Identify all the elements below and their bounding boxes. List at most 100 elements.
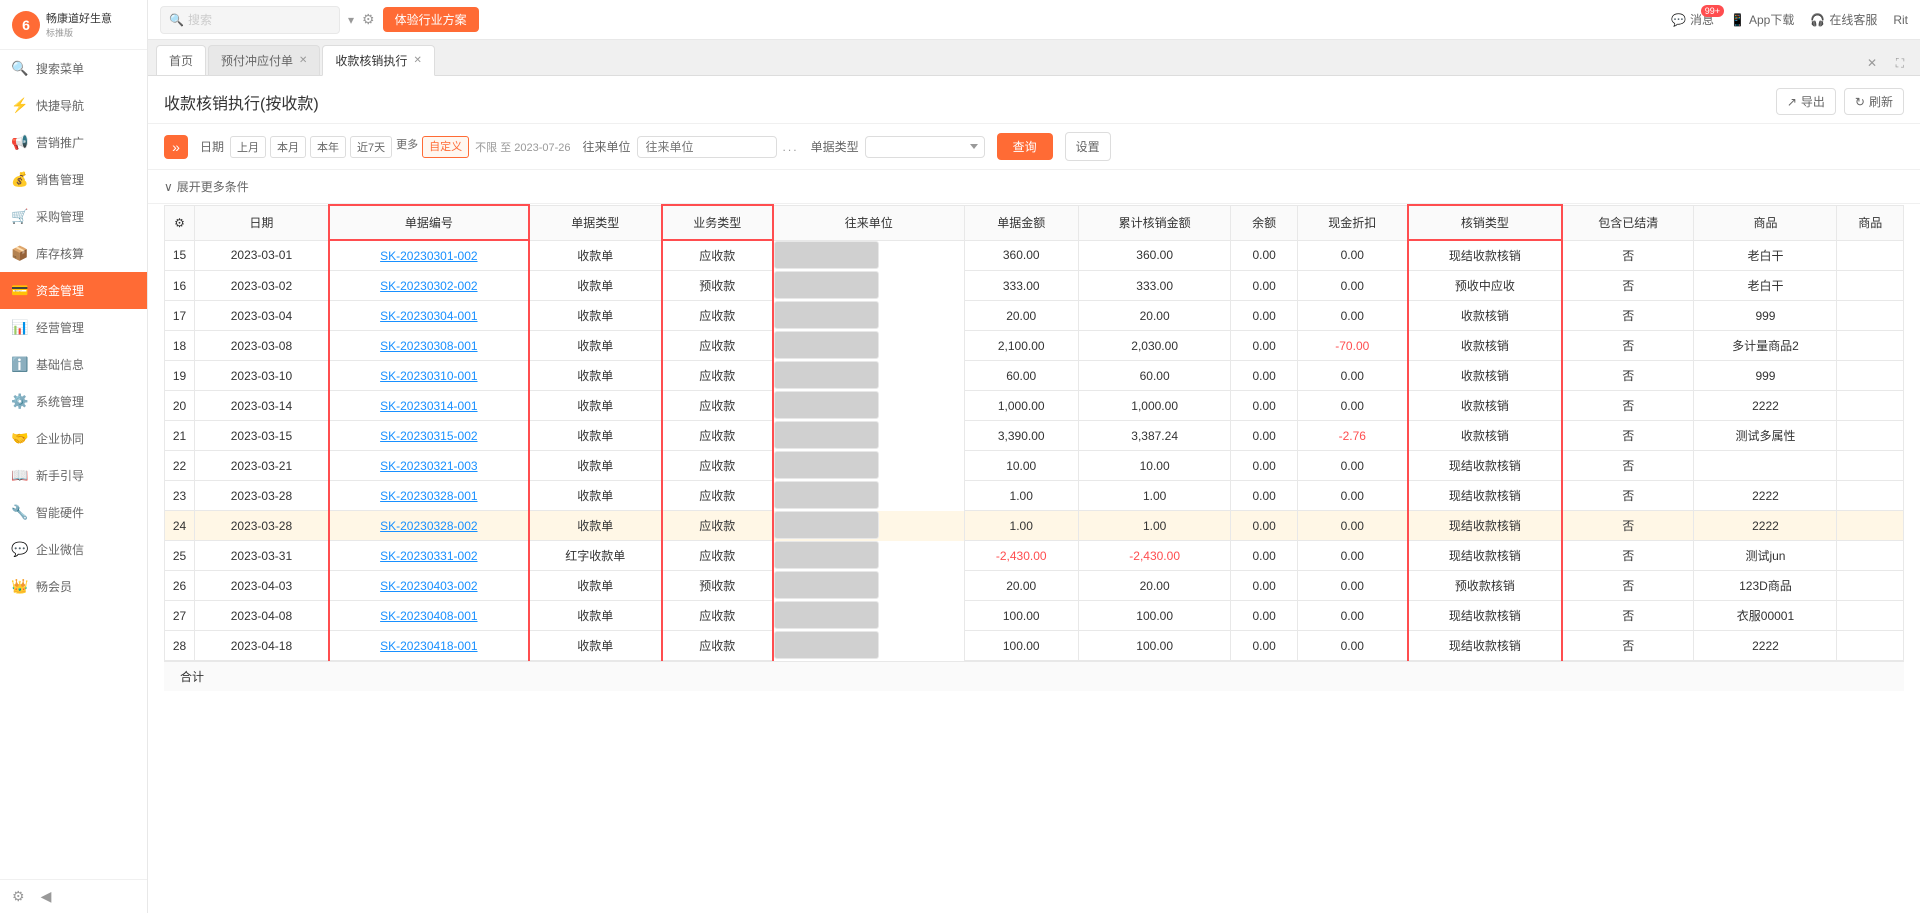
cell-accum-writeoff: 100.00 [1078, 601, 1231, 631]
cell-accum-writeoff: 360.00 [1078, 240, 1231, 271]
sidebar-item-enterprise[interactable]: 🤝 企业协同 [0, 420, 147, 457]
sidebar-item-member[interactable]: 👑 畅会员 [0, 568, 147, 605]
cell-amount: 2,100.00 [964, 331, 1078, 361]
date-btn-last-month[interactable]: 上月 [230, 136, 266, 158]
page-header-actions: ↗ 导出 ↻ 刷新 [1776, 88, 1904, 115]
cell-bill-no[interactable]: SK-20230321-003 [329, 451, 529, 481]
sidebar-item-quicknav[interactable]: ⚡ 快捷导航 [0, 87, 147, 124]
cell-bill-no[interactable]: SK-20230302-002 [329, 271, 529, 301]
tab-prepay-close[interactable]: ✕ [299, 55, 307, 66]
cell-bill-no[interactable]: SK-20230310-001 [329, 361, 529, 391]
cell-bill-no[interactable]: SK-20230304-001 [329, 301, 529, 331]
date-more[interactable]: 更多 [396, 136, 418, 158]
cell-product1: 多计量商品2 [1694, 331, 1837, 361]
sidebar-item-inventory[interactable]: 📦 库存核算 [0, 235, 147, 272]
topbar-dropdown-arrow[interactable]: ▾ [348, 13, 354, 27]
cell-no: 20 [165, 391, 195, 421]
tab-home[interactable]: 首页 [156, 45, 206, 75]
cell-balance: 0.00 [1231, 571, 1297, 601]
cell-bill-no[interactable]: SK-20230308-001 [329, 331, 529, 361]
solution-button[interactable]: 体验行业方案 [383, 7, 479, 32]
sidebar-item-finance[interactable]: 💳 资金管理 [0, 272, 147, 309]
export-button[interactable]: ↗ 导出 [1776, 88, 1836, 115]
topbar-gear-icon[interactable]: ⚙ [362, 11, 375, 28]
cell-bill-no[interactable]: SK-20230314-001 [329, 391, 529, 421]
col-bill-no: 单据编号 [329, 205, 529, 240]
cell-bill-type: 收款单 [529, 331, 662, 361]
cell-balance: 0.00 [1231, 271, 1297, 301]
purchase-icon: 🛒 [12, 209, 28, 225]
page-header: 收款核销执行(按收款) ↗ 导出 ↻ 刷新 [148, 76, 1920, 124]
maximize-window-icon[interactable]: ⛶ [1888, 51, 1912, 75]
sidebar-item-marketing[interactable]: 📢 营销推广 [0, 124, 147, 161]
tab-prepay[interactable]: 预付冲应付单 ✕ [208, 45, 320, 75]
sidebar-item-operations[interactable]: 📊 经营管理 [0, 309, 147, 346]
cell-product2 [1837, 301, 1904, 331]
search-menu-icon: 🔍 [12, 61, 28, 77]
sidebar-item-basicinfo[interactable]: ℹ️ 基础信息 [0, 346, 147, 383]
inventory-icon: 📦 [12, 246, 28, 262]
cell-date: 2023-03-28 [195, 511, 329, 541]
expand-button[interactable]: ∨ 展开更多条件 [164, 174, 1904, 199]
cell-biz-type: 应收款 [662, 511, 773, 541]
cell-balance: 0.00 [1231, 631, 1297, 661]
receipt-type-select[interactable] [865, 136, 985, 158]
date-btn-this-month[interactable]: 本月 [270, 136, 306, 158]
cell-product1: 123D商品 [1694, 571, 1837, 601]
col-settings[interactable]: ⚙ [165, 205, 195, 240]
sidebar-settings-icon[interactable]: ⚙ [12, 888, 25, 905]
quick-nav-icon: ⚡ [12, 98, 28, 114]
sidebar-item-wechat[interactable]: 💬 企业微信 [0, 531, 147, 568]
cell-accum-writeoff: 3,387.24 [1078, 421, 1231, 451]
filter-toggle-button[interactable]: » [164, 135, 188, 159]
online-service-button[interactable]: 🎧 在线客服 [1810, 11, 1877, 28]
cell-accum-writeoff: 2,030.00 [1078, 331, 1231, 361]
tab-bar: 首页 预付冲应付单 ✕ 收款核销执行 ✕ ✕ ⛶ [148, 40, 1920, 76]
sidebar-item-label: 经营管理 [36, 319, 84, 336]
date-custom-btn[interactable]: 自定义 [422, 136, 469, 158]
cell-bill-no[interactable]: SK-20230328-002 [329, 511, 529, 541]
date-btn-this-year[interactable]: 本年 [310, 136, 346, 158]
mobile-icon: 📱 [1730, 13, 1745, 27]
cell-bill-no[interactable]: SK-20230331-002 [329, 541, 529, 571]
cell-bill-no[interactable]: SK-20230418-001 [329, 631, 529, 661]
query-button[interactable]: 查询 [997, 133, 1053, 160]
cell-accum-writeoff: 20.00 [1078, 301, 1231, 331]
cell-partner: ██████ [774, 571, 879, 599]
cell-writeoff-type: 收款核销 [1408, 421, 1562, 451]
tab-collection[interactable]: 收款核销执行 ✕ [322, 45, 434, 76]
table-wrapper[interactable]: ⚙ 日期 单据编号 单据类型 业务类型 往来单位 单据金额 累计核销金额 余额 … [148, 204, 1920, 913]
cell-product1: 2222 [1694, 481, 1837, 511]
sidebar-item-hardware[interactable]: 🔧 智能硬件 [0, 494, 147, 531]
sidebar-item-system[interactable]: ⚙️ 系统管理 [0, 383, 147, 420]
cell-bill-no[interactable]: SK-20230328-001 [329, 481, 529, 511]
topbar-search-box[interactable]: 🔍 搜索 [160, 6, 340, 34]
sidebar-menu: 🔍 搜索菜单 ⚡ 快捷导航 📢 营销推广 💰 销售管理 🛒 采购管理 📦 库存核… [0, 50, 147, 879]
cell-product1: 测试多属性 [1694, 421, 1837, 451]
sidebar-item-search[interactable]: 🔍 搜索菜单 [0, 50, 147, 87]
cell-no: 27 [165, 601, 195, 631]
cell-bill-no[interactable]: SK-20230315-002 [329, 421, 529, 451]
cell-bill-no[interactable]: SK-20230403-002 [329, 571, 529, 601]
refresh-button[interactable]: ↻ 刷新 [1844, 88, 1904, 115]
cell-amount: 1,000.00 [964, 391, 1078, 421]
filter-setting-button[interactable]: 设置 [1065, 132, 1111, 161]
cell-partner: ██████ [774, 451, 879, 479]
sidebar-item-sales[interactable]: 💰 销售管理 [0, 161, 147, 198]
partner-input[interactable] [637, 136, 777, 158]
cell-date: 2023-03-31 [195, 541, 329, 571]
cell-bill-no[interactable]: SK-20230408-001 [329, 601, 529, 631]
notification-button[interactable]: 💬 消息 99+ [1671, 11, 1714, 28]
cell-bill-no[interactable]: SK-20230301-002 [329, 240, 529, 271]
user-profile[interactable]: Rit [1893, 13, 1908, 27]
cell-product1: 2222 [1694, 631, 1837, 661]
date-btn-7days[interactable]: 近7天 [350, 136, 392, 158]
sidebar-item-purchase[interactable]: 🛒 采购管理 [0, 198, 147, 235]
cell-writeoff-type: 预收中应收 [1408, 271, 1562, 301]
close-window-icon[interactable]: ✕ [1860, 51, 1884, 75]
app-download-button[interactable]: 📱 App下载 [1730, 11, 1794, 28]
tab-collection-close[interactable]: ✕ [413, 55, 421, 66]
sidebar-item-guide[interactable]: 📖 新手引导 [0, 457, 147, 494]
notification-icon: 💬 [1671, 13, 1686, 27]
sidebar-collapse-icon[interactable]: ◀ [41, 888, 52, 905]
